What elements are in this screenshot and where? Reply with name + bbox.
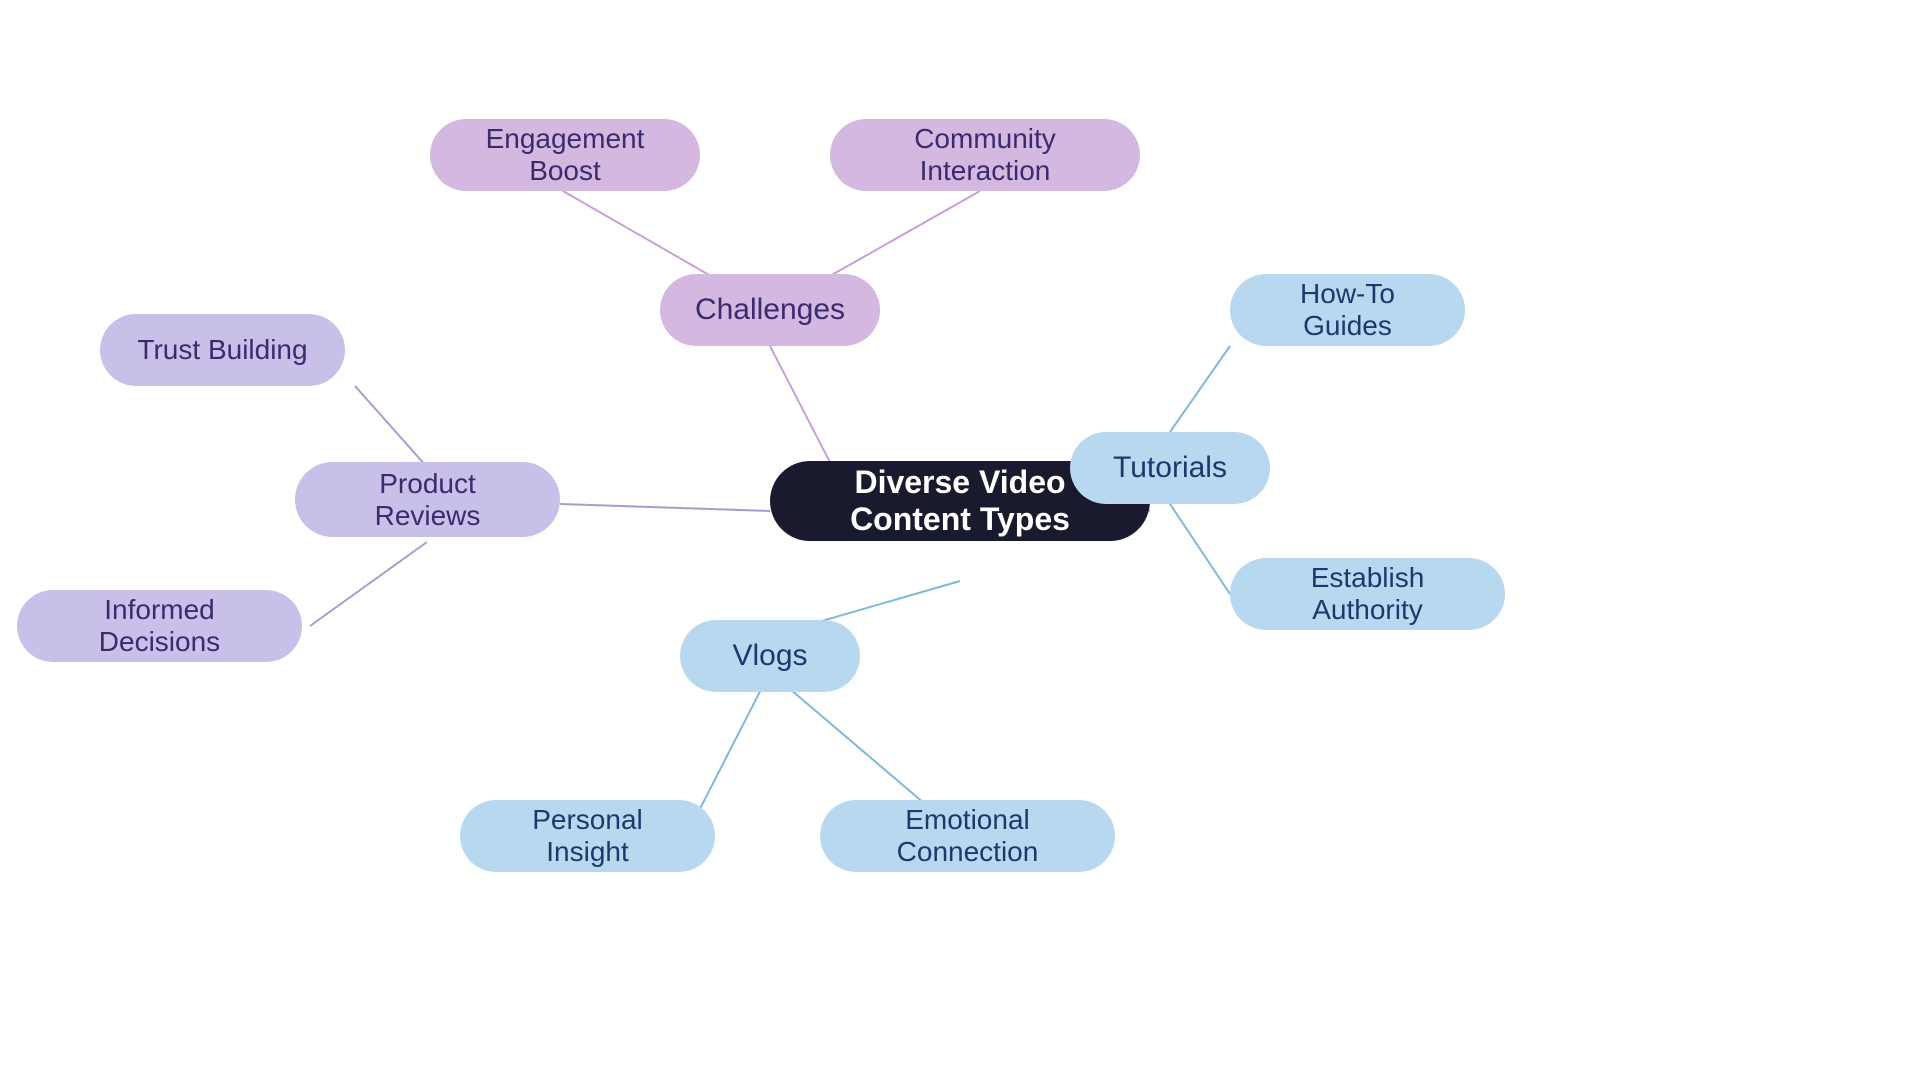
how-to-guides-node: How-To Guides [1230, 274, 1465, 346]
establish-authority-node: Establish Authority [1230, 558, 1505, 630]
vlogs-node: Vlogs [680, 620, 860, 692]
challenges-node: Challenges [660, 274, 880, 346]
trust-building-node: Trust Building [100, 314, 345, 386]
product-reviews-node: Product Reviews [295, 462, 560, 537]
emotional-connection-node: Emotional Connection [820, 800, 1115, 872]
tutorials-node: Tutorials [1070, 432, 1270, 504]
engagement-boost-node: Engagement Boost [430, 119, 700, 191]
informed-decisions-node: Informed Decisions [17, 590, 302, 662]
community-interaction-node: Community Interaction [830, 119, 1140, 191]
personal-insight-node: Personal Insight [460, 800, 715, 872]
